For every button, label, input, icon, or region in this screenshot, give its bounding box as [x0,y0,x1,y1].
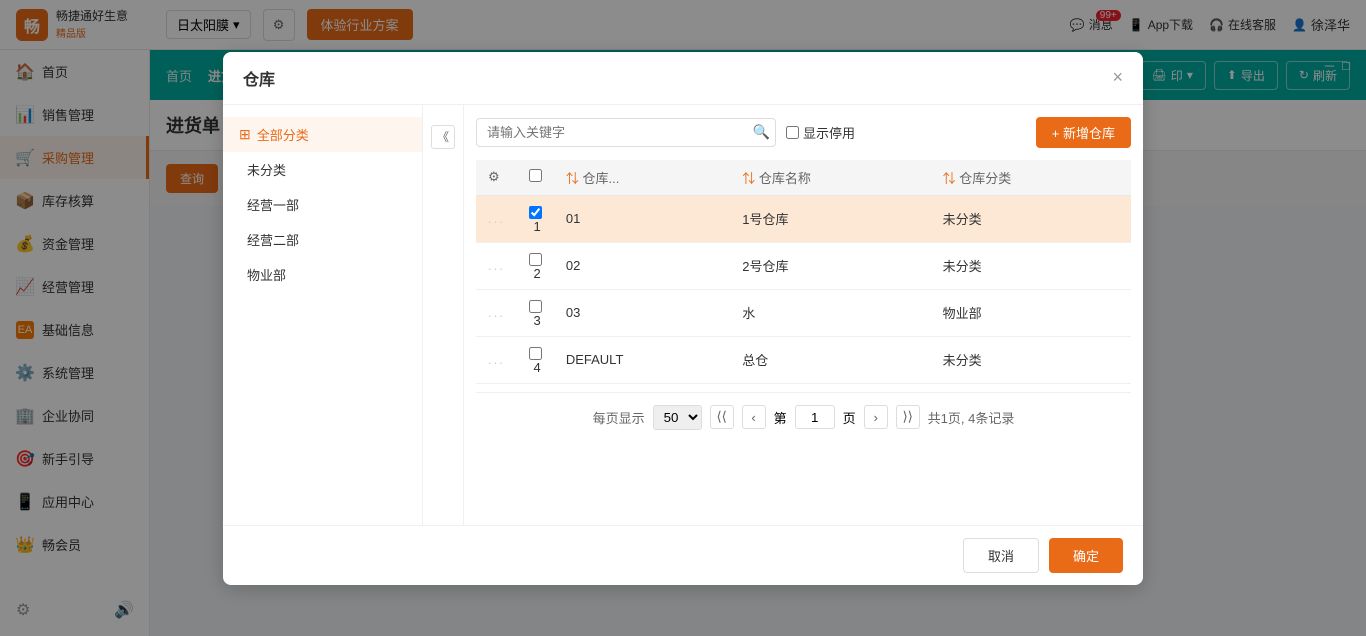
table-row[interactable]: ... 4 DEFAULT 总仓 未分类 [476,336,1131,383]
row-checkbox[interactable] [529,206,542,219]
new-warehouse-btn[interactable]: + 新增仓库 [1036,117,1131,148]
row-number: 1 [517,195,554,242]
row-category: 未分类 [931,336,1131,383]
page-unit: 页 [843,408,856,427]
per-page-label: 每页显示 [593,408,645,427]
collapse-tree-btn[interactable]: 《 [431,125,455,149]
modal-close-btn[interactable]: × [1112,67,1123,88]
gear-header-icon: ⚙ [488,169,500,184]
select-all-checkbox[interactable] [529,169,542,182]
table-row[interactable]: ... 1 01 1号仓库 未分类 [476,195,1131,242]
modal-body: ⊞ 全部分类 未分类 经营一部 经营二部 物业部 《 [223,105,1143,525]
show-disabled-checkbox[interactable] [786,126,799,139]
row-code: DEFAULT [554,336,730,383]
page-input[interactable] [795,405,835,429]
col-category: ⇅ 仓库分类 [931,160,1131,196]
tree-item-label: 经营一部 [247,198,299,213]
tree-item-property[interactable]: 物业部 [223,257,422,292]
row-checkbox[interactable] [529,300,542,313]
row-name: 1号仓库 [730,195,930,242]
last-page-btn[interactable]: ⟩⟩ [896,405,920,429]
col-name-label: 仓库名称 [759,171,811,186]
row-code: 03 [554,289,730,336]
show-disabled-text: 显示停用 [803,123,855,142]
modal-title: 仓库 [243,66,275,90]
sort-icon-name: ⇅ [742,171,755,186]
modal-footer: 取消 确定 [223,525,1143,585]
first-page-btn[interactable]: ⟨⟨ [710,405,734,429]
tree-item-ops1[interactable]: 经营一部 [223,187,422,222]
next-page-btn[interactable]: › [864,405,888,429]
row-name: 水 [730,289,930,336]
table-row[interactable]: ... 3 03 水 物业部 [476,289,1131,336]
row-code: 01 [554,195,730,242]
col-code: ⇅ 仓库... [554,160,730,196]
search-input[interactable] [476,118,776,147]
tree-item-unclassified[interactable]: 未分类 [223,152,422,187]
confirm-btn[interactable]: 确定 [1049,538,1123,573]
table-row[interactable]: ... 2 02 2号仓库 未分类 [476,242,1131,289]
sort-icon: ⇅ [566,171,579,186]
row-code: 02 [554,242,730,289]
row-number: 4 [517,336,554,383]
col-name: ⇅ 仓库名称 [730,160,930,196]
tree-item-label: 经营二部 [247,233,299,248]
row-category: 未分类 [931,195,1131,242]
row-number: 2 [517,242,554,289]
row-more[interactable]: ... [476,195,517,242]
tree-root-label: 全部分类 [257,125,309,144]
row-category: 未分类 [931,242,1131,289]
tree-root[interactable]: ⊞ 全部分类 [223,117,422,152]
modal-header: 仓库 × [223,52,1143,105]
table-panel: 🔍 显示停用 + 新增仓库 ⚙ [464,105,1143,525]
more-icon: ... [488,305,505,320]
grid-icon: ⊞ [239,126,251,143]
collapse-panel: 《 [423,105,464,525]
more-icon: ... [488,211,505,226]
tree-panel: ⊞ 全部分类 未分类 经营一部 经营二部 物业部 [223,105,423,525]
row-name: 2号仓库 [730,242,930,289]
row-checkbox[interactable] [529,347,542,360]
row-more[interactable]: ... [476,336,517,383]
col-check [517,160,554,196]
page-label: 第 [774,408,787,427]
more-icon: ... [488,352,505,367]
row-checkbox[interactable] [529,253,542,266]
tree-item-ops2[interactable]: 经营二部 [223,222,422,257]
tree-item-label: 物业部 [247,268,286,283]
table-toolbar: 🔍 显示停用 + 新增仓库 [476,117,1131,148]
modal-overlay: 仓库 × ⊞ 全部分类 未分类 经营一部 经营二部 [0,0,1366,636]
row-name: 总仓 [730,336,930,383]
table-header-row: ⚙ ⇅ 仓库... ⇅ 仓库名称 [476,160,1131,196]
more-icon: ... [488,258,505,273]
row-category: 物业部 [931,289,1131,336]
sort-icon-cat: ⇅ [943,171,956,186]
pagination: 每页显示 50 ⟨⟨ ‹ 第 页 › ⟩⟩ 共1页, 4条记录 [476,392,1131,442]
col-code-label: 仓库... [582,171,619,186]
show-disabled-label[interactable]: 显示停用 [786,123,855,142]
warehouse-table: ⚙ ⇅ 仓库... ⇅ 仓库名称 [476,160,1131,384]
per-page-select[interactable]: 50 [653,405,702,430]
col-category-label: 仓库分类 [959,171,1011,186]
row-number: 3 [517,289,554,336]
total-info: 共1页, 4条记录 [928,408,1015,427]
prev-page-btn[interactable]: ‹ [742,405,766,429]
tree-item-label: 未分类 [247,163,286,178]
row-more[interactable]: ... [476,242,517,289]
col-gear: ⚙ [476,160,517,196]
cancel-btn[interactable]: 取消 [963,538,1039,573]
search-icon[interactable]: 🔍 [753,124,770,141]
table-body: ... 1 01 1号仓库 未分类 ... 2 02 2号仓库 未分类 ... … [476,195,1131,383]
search-wrap: 🔍 [476,118,776,147]
row-more[interactable]: ... [476,289,517,336]
warehouse-modal: 仓库 × ⊞ 全部分类 未分类 经营一部 经营二部 [223,52,1143,585]
